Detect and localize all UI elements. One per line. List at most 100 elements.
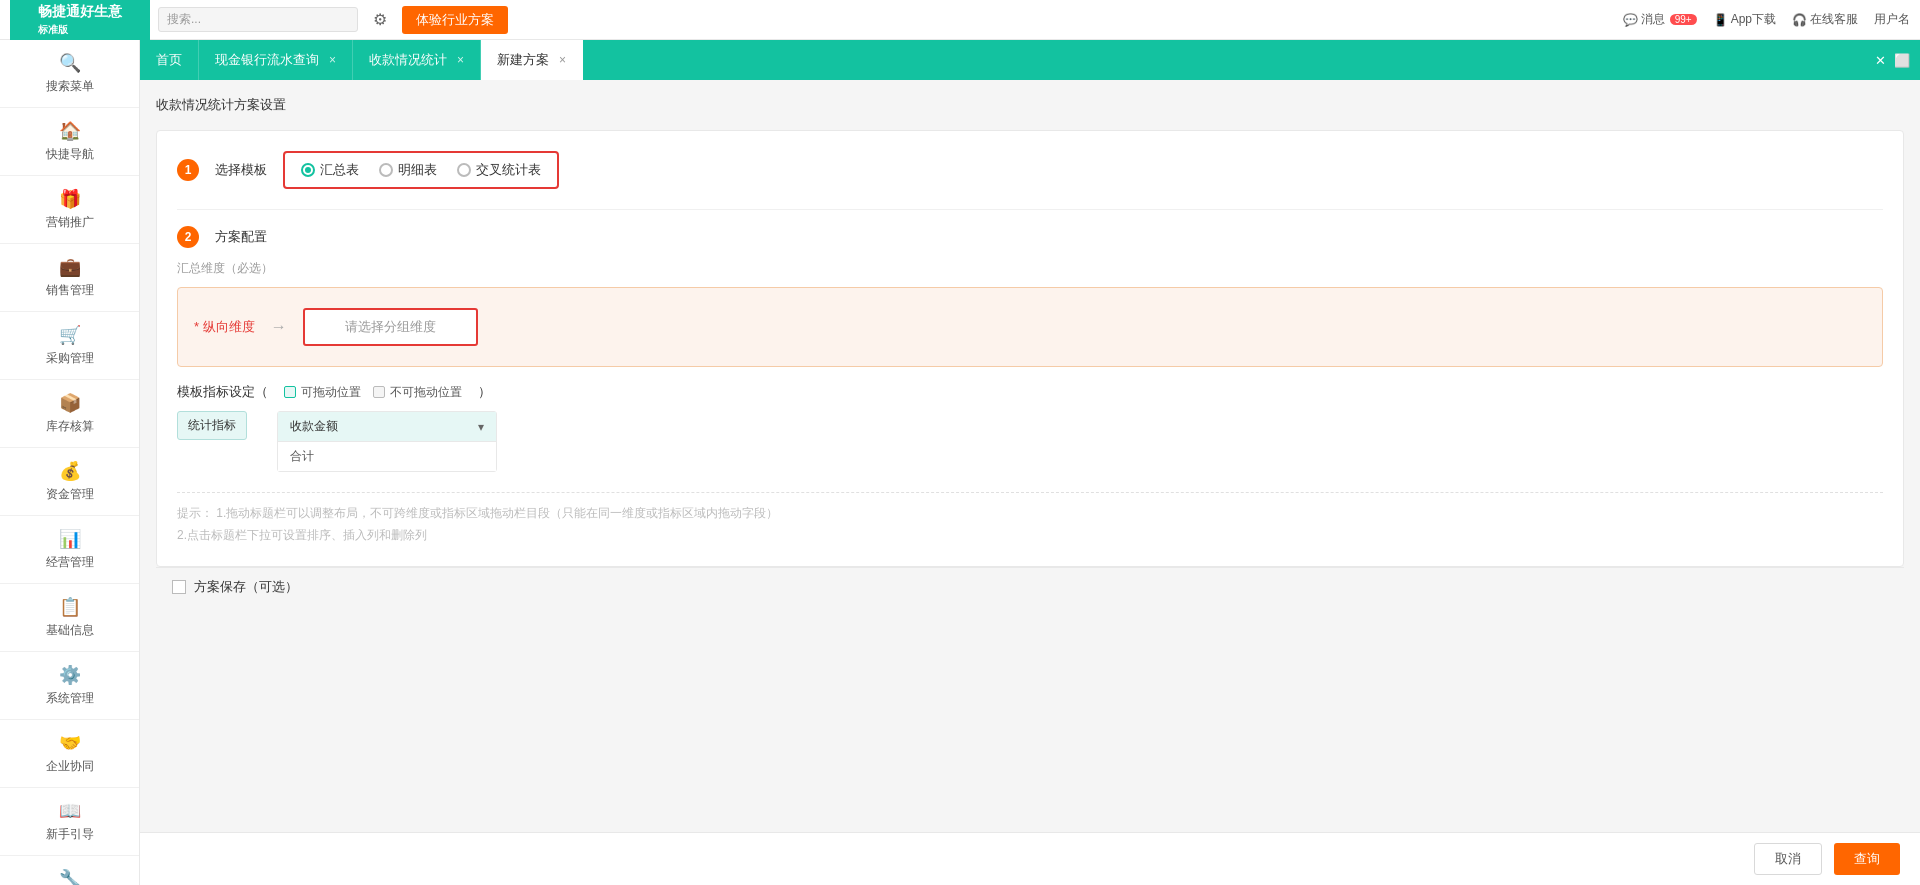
tip-1: 提示： 1.拖动标题栏可以调整布局，不可跨维度或指标区域拖动栏目段（只能在同一维… (177, 503, 1883, 525)
settings-icon[interactable]: ⚙ (366, 6, 394, 34)
download-label: App下载 (1731, 11, 1776, 28)
sidebar-item-sales[interactable]: 💼 销售管理 (0, 244, 139, 312)
sidebar-item-finance[interactable]: 💰 资金管理 (0, 448, 139, 516)
template-detail-label: 明细表 (398, 161, 437, 179)
sidebar-label-enterprise: 企业协同 (46, 758, 94, 775)
tab-cashflow-close[interactable]: × (329, 53, 336, 67)
tab-bar: 首页 现金银行流水查询 × 收款情况统计 × 新建方案 × ✕ ⬜ (140, 40, 1920, 80)
user-item[interactable]: 用户名 (1874, 11, 1910, 28)
sidebar-item-marketing[interactable]: 🎁 营销推广 (0, 176, 139, 244)
sidebar-label-home: 快捷导航 (46, 146, 94, 163)
search-icon: 🔍 (59, 52, 81, 74)
legend-movable: 可拖动位置 (284, 384, 361, 401)
tab-spacer (583, 40, 1865, 80)
template-summary[interactable]: 汇总表 (301, 161, 359, 179)
sidebar-label-finance: 资金管理 (46, 486, 94, 503)
query-button[interactable]: 查询 (1834, 843, 1900, 875)
industry-button[interactable]: 体验行业方案 (402, 6, 508, 34)
metrics-table: 收款金额 ▾ 合计 (277, 411, 497, 472)
sidebar-item-basic-info[interactable]: 📋 基础信息 (0, 584, 139, 652)
save-option-bar: 方案保存（可选） (156, 567, 1904, 606)
page-title: 收款情况统计方案设置 (156, 96, 1904, 114)
tips-section: 提示： 1.拖动标题栏可以调整布局，不可跨维度或指标区域拖动栏目段（只能在同一维… (177, 492, 1883, 546)
management-icon: 📊 (59, 528, 81, 550)
template-cross[interactable]: 交叉统计表 (457, 161, 541, 179)
sidebar-label-purchase: 采购管理 (46, 350, 94, 367)
dimension-section-text: 汇总维度（必选） (177, 261, 273, 275)
save-checkbox[interactable] (172, 580, 186, 594)
legend-fixed-label: 不可拖动位置 (390, 384, 462, 401)
save-label: 方案保存（可选） (194, 578, 298, 596)
cancel-button[interactable]: 取消 (1754, 843, 1822, 875)
message-badge: 99+ (1670, 14, 1697, 25)
metrics-table-header-label: 收款金额 (290, 418, 338, 435)
metrics-header: 模板指标设定（ 可拖动位置 不可拖动位置 (177, 383, 1883, 401)
sidebar-item-guide[interactable]: 📖 新手引导 (0, 788, 139, 856)
metrics-table-header: 收款金额 ▾ (278, 412, 496, 442)
step2-label: 方案配置 (215, 228, 267, 246)
sidebar-item-system[interactable]: ⚙️ 系统管理 (0, 652, 139, 720)
purchase-icon: 🛒 (59, 324, 81, 346)
sidebar-item-enterprise[interactable]: 🤝 企业协同 (0, 720, 139, 788)
app-edition: 标准版 (38, 23, 122, 37)
user-name: 用户名 (1874, 11, 1910, 28)
tab-new-plan[interactable]: 新建方案 × (481, 40, 583, 80)
search-input[interactable]: 搜索... (158, 7, 358, 32)
metrics-tables-area: 统计指标 收款金额 ▾ 合计 (177, 411, 1883, 472)
legend-fixed: 不可拖动位置 (373, 384, 462, 401)
maximize-icon[interactable]: ⬜ (1894, 53, 1910, 68)
tab-receipts[interactable]: 收款情况统计 × (353, 40, 481, 80)
dimension-placeholder[interactable]: 请选择分组维度 (303, 308, 478, 346)
template-detail[interactable]: 明细表 (379, 161, 437, 179)
template-cross-label: 交叉统计表 (476, 161, 541, 179)
step1-row: 1 选择模板 汇总表 明细表 交叉统计表 (177, 151, 1883, 189)
tab-receipts-close[interactable]: × (457, 53, 464, 67)
sidebar-item-management[interactable]: 📊 经营管理 (0, 516, 139, 584)
minimize-icon[interactable]: ✕ (1875, 53, 1886, 68)
top-right-area: 💬 消息 99+ 📱 App下载 🎧 在线客服 用户名 (1623, 11, 1910, 28)
sidebar-item-inventory[interactable]: 📦 库存核算 (0, 380, 139, 448)
page-content: 收款情况统计方案设置 1 选择模板 汇总表 明细表 (140, 80, 1920, 832)
top-bar: 畅捷通好生意 标准版 搜索... ⚙ 体验行业方案 💬 消息 99+ 📱 App… (0, 0, 1920, 40)
tab-new-plan-close[interactable]: × (559, 53, 566, 67)
metrics-dropdown-icon[interactable]: ▾ (478, 420, 484, 434)
home-icon: 🏠 (59, 120, 81, 142)
tab-actions: ✕ ⬜ (1865, 40, 1920, 80)
enterprise-icon: 🤝 (59, 732, 81, 754)
sidebar: 🔍 搜索菜单 🏠 快捷导航 🎁 营销推广 💼 销售管理 🛒 采购管理 📦 库存核… (0, 40, 140, 885)
radio-summary-dot (301, 163, 315, 177)
step2-section: 汇总维度（必选） 纵向维度 请选择分组维度 模板指标设定（ (177, 260, 1883, 546)
message-item[interactable]: 💬 消息 99+ (1623, 11, 1697, 28)
sidebar-item-hardware[interactable]: 🔧 智能硬件 (0, 856, 139, 885)
service-item[interactable]: 🎧 在线客服 (1792, 11, 1858, 28)
app-logo: 畅捷通好生意 标准版 (10, 0, 150, 40)
app-name: 畅捷通好生意 (38, 3, 122, 21)
download-icon: 📱 (1713, 13, 1728, 27)
sidebar-item-search[interactable]: 🔍 搜索菜单 (0, 40, 139, 108)
sidebar-label-inventory: 库存核算 (46, 418, 94, 435)
stats-label: 统计指标 (177, 411, 247, 440)
step2-badge: 2 (177, 226, 199, 248)
service-label: 在线客服 (1810, 11, 1858, 28)
search-placeholder: 搜索... (167, 11, 201, 28)
sidebar-label-sales: 销售管理 (46, 282, 94, 299)
message-label: 消息 (1641, 11, 1665, 28)
main-layout: 🔍 搜索菜单 🏠 快捷导航 🎁 营销推广 💼 销售管理 🛒 采购管理 📦 库存核… (0, 40, 1920, 885)
vertical-dim-label: 纵向维度 (194, 318, 255, 336)
divider (177, 209, 1883, 210)
sidebar-label-marketing: 营销推广 (46, 214, 94, 231)
tab-home[interactable]: 首页 (140, 40, 199, 80)
main-card: 1 选择模板 汇总表 明细表 交叉统计表 (156, 130, 1904, 567)
sidebar-item-home[interactable]: 🏠 快捷导航 (0, 108, 139, 176)
sidebar-label-search: 搜索菜单 (46, 78, 94, 95)
tab-cashflow[interactable]: 现金银行流水查询 × (199, 40, 353, 80)
step1-badge: 1 (177, 159, 199, 181)
sidebar-item-purchase[interactable]: 🛒 采购管理 (0, 312, 139, 380)
tab-new-plan-label: 新建方案 (497, 51, 549, 69)
legend-movable-dot (284, 386, 296, 398)
metrics-table-row: 合计 (278, 442, 496, 471)
search-bar-area: 搜索... ⚙ 体验行业方案 (158, 6, 1615, 34)
radio-detail-dot (379, 163, 393, 177)
action-bar: 取消 查询 (140, 832, 1920, 885)
download-item[interactable]: 📱 App下载 (1713, 11, 1776, 28)
